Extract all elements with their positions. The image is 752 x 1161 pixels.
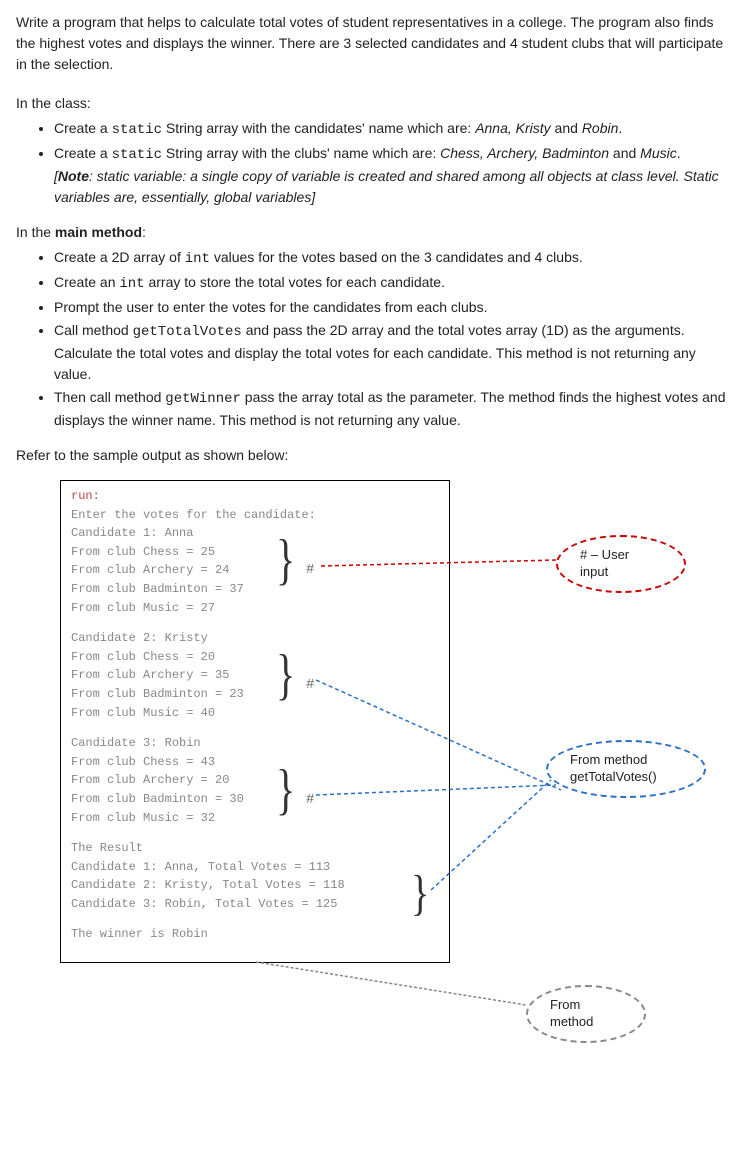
txt: Call method [54,322,133,338]
code-method: getWinner [165,391,241,407]
c2-badminton: From club Badminton = 23 [71,685,439,704]
txt: and [609,145,640,161]
c3-archery: From club Archery = 20 [71,771,439,790]
annot-line: input [580,564,662,581]
annot-line: # – User [580,547,662,564]
annot-line: method [550,1014,622,1031]
result-2: Candidate 2: Kristy, Total Votes = 118 [71,876,439,895]
main-bold: main method [55,224,142,240]
code-static: static [112,122,162,138]
enter-label: Enter the votes for the candidate: [71,506,439,525]
class-bullet-2: Create a static String array with the cl… [54,143,736,208]
output-block-result: The Result Candidate 1: Anna, Total Vote… [71,839,439,913]
main-bullets: Create a 2D array of int values for the … [54,247,736,431]
c3-badminton: From club Badminton = 30 [71,790,439,809]
brace-1: } [276,532,295,588]
hash-1: # [306,560,314,581]
brace-2: } [276,647,295,703]
main-bullet-5: Then call method getWinner pass the arra… [54,387,736,431]
code-method: getTotalVotes [133,324,242,340]
txt: values for the votes based on the 3 cand… [210,249,583,265]
output-block-2: Candidate 2: Kristy From club Chess = 20… [71,629,439,722]
note-text: : static variable: a single copy of vari… [54,168,719,205]
txt: Create a [54,120,112,136]
txt: . [677,145,681,161]
intro-paragraph: Write a program that helps to calculate … [16,12,736,75]
c2-chess: From club Chess = 20 [71,648,439,667]
txt: and [551,120,582,136]
section-main-label: In the main method: [16,222,736,243]
club-names: Chess, Archery, Badminton [440,145,609,161]
txt: Then call method [54,389,165,405]
c2-music: From club Music = 40 [71,704,439,723]
section-class-label: In the class: [16,93,736,114]
c1-chess: From club Chess = 25 [71,543,439,562]
result-3: Candidate 3: Robin, Total Votes = 125 [71,895,439,914]
txt: . [618,120,622,136]
code-int: int [185,251,210,267]
txt: String array with the clubs' name which … [162,145,440,161]
annot-line: getTotalVotes() [570,769,682,786]
main-bullet-1: Create a 2D array of int values for the … [54,247,736,270]
c1-archery: From club Archery = 24 [71,561,439,580]
c3-music: From club Music = 32 [71,809,439,828]
annotation-gettotalvotes: From method getTotalVotes() [546,740,706,798]
run-label: run: [71,487,439,506]
annot-line: From method [570,752,682,769]
annotation-getwinner: From method [526,985,646,1043]
txt: String array with the candidates' name w… [162,120,475,136]
c1-badminton: From club Badminton = 37 [71,580,439,599]
cand-3: Candidate 3: Robin [71,734,439,753]
class-bullets: Create a static String array with the ca… [54,118,736,208]
c3-chess: From club Chess = 43 [71,753,439,772]
note-line: [Note: static variable: a single copy of… [54,166,736,208]
club-name: Music [640,145,677,161]
cand-2: Candidate 2: Kristy [71,629,439,648]
class-bullet-1: Create a static String array with the ca… [54,118,736,141]
hash-3: # [306,790,314,811]
cand-name: Robin [582,120,619,136]
txt: : [142,224,146,240]
code-int: int [119,276,144,292]
annot-line: From [550,997,622,1014]
winner-line: The winner is Robin [71,925,439,944]
output-block-1: run: Enter the votes for the candidate: … [71,487,439,617]
result-1: Candidate 1: Anna, Total Votes = 113 [71,858,439,877]
main-bullet-4: Call method getTotalVotes and pass the 2… [54,320,736,385]
refer-label: Refer to the sample output as shown belo… [16,445,736,466]
cand-names: Anna, Kristy [475,120,550,136]
brace-3: } [276,762,295,818]
txt: array to store the total votes for each … [145,274,445,290]
hash-2: # [306,675,314,696]
code-static: static [112,147,162,163]
brace-result: } [411,869,429,918]
cand-1: Candidate 1: Anna [71,524,439,543]
txt: Create a [54,145,112,161]
main-bullet-3: Prompt the user to enter the votes for t… [54,297,736,318]
output-block-3: Candidate 3: Robin From club Chess = 43 … [71,734,439,827]
c2-archery: From club Archery = 35 [71,666,439,685]
txt: In the [16,224,55,240]
output-box: run: Enter the votes for the candidate: … [60,480,450,963]
txt: Create a 2D array of [54,249,185,265]
annotation-user-input: # – User input [556,535,686,593]
output-area: run: Enter the votes for the candidate: … [16,480,736,1040]
result-label: The Result [71,839,439,858]
main-bullet-2: Create an int array to store the total v… [54,272,736,295]
c1-music: From club Music = 27 [71,599,439,618]
txt: Create an [54,274,119,290]
note-bold: Note [58,168,89,184]
